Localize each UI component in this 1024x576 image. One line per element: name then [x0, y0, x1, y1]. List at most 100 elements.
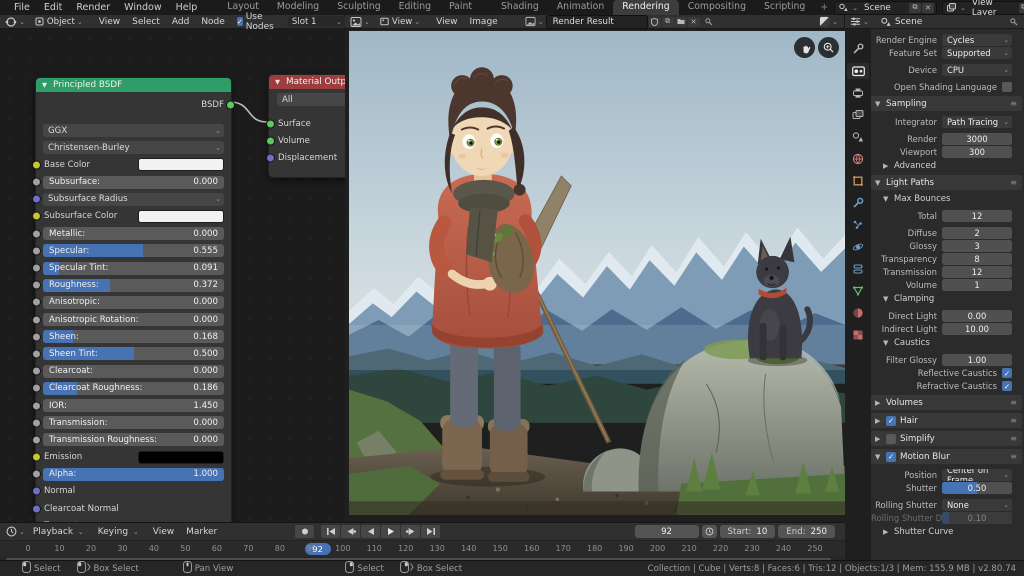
slider-clearcoat-roughness[interactable]: Clearcoat Roughness:0.186: [43, 382, 224, 395]
input-socket-gray[interactable]: [32, 281, 41, 290]
slider-alpha[interactable]: Alpha:1.000: [43, 468, 224, 481]
input-socket-yellow[interactable]: [32, 453, 41, 462]
image-datablock[interactable]: Render Result: [546, 15, 648, 29]
zoom-view-button[interactable]: [818, 37, 839, 58]
bsdf-node-header[interactable]: ▼ Principled BSDF: [36, 78, 231, 92]
slider-sheen[interactable]: Sheen:0.168: [43, 330, 224, 343]
next-keyframe-button[interactable]: [401, 525, 420, 538]
image-editor-type-icon[interactable]: [350, 16, 362, 28]
input-socket-gray[interactable]: [32, 264, 41, 273]
timeline-menu-marker[interactable]: Marker: [180, 525, 223, 539]
input-socket-gray[interactable]: [32, 332, 41, 341]
checkbox[interactable]: [1002, 82, 1012, 92]
current-frame-field[interactable]: 92: [635, 525, 699, 538]
panel-motion-blur[interactable]: ▼✓Motion Blur≡: [871, 449, 1022, 464]
tab-scene[interactable]: [847, 129, 869, 145]
open-image-button[interactable]: [675, 17, 687, 27]
menu-render[interactable]: Render: [69, 0, 117, 15]
tab-material[interactable]: [847, 305, 869, 321]
tab-physics[interactable]: [847, 239, 869, 255]
tab-output[interactable]: [847, 85, 869, 101]
field-glossy[interactable]: 3: [942, 240, 1012, 252]
tab-render[interactable]: [847, 63, 869, 79]
field-shutter[interactable]: 0.50: [942, 482, 1012, 494]
tab-scripting[interactable]: Scripting: [755, 0, 814, 15]
input-socket-gray[interactable]: [32, 418, 41, 427]
slider-ior[interactable]: IOR:1.450: [43, 399, 224, 412]
panel-simplify[interactable]: ▶Simplify≡: [871, 431, 1022, 446]
panel-menu-icon[interactable]: ≡: [1010, 398, 1018, 407]
output-target-row[interactable]: All: [277, 93, 346, 106]
view-layer-selector[interactable]: ⌄ View Layer ⧉: [942, 1, 1024, 15]
field-device[interactable]: CPU⌄: [942, 64, 1012, 76]
use-preview-range-button[interactable]: [702, 525, 717, 538]
bsdf-output-socket[interactable]: [226, 100, 235, 109]
input-socket-gray[interactable]: [32, 315, 41, 324]
tab-constraints[interactable]: [847, 261, 869, 277]
tab-world[interactable]: [847, 151, 869, 167]
slider-specular-tint[interactable]: Specular Tint:0.091: [43, 262, 224, 275]
tab-modeling[interactable]: Modeling: [268, 0, 328, 15]
input-socket-gray[interactable]: [32, 384, 41, 393]
tab-sculpting[interactable]: Sculpting: [328, 0, 389, 15]
expand-arrow[interactable]: ▶: [875, 399, 882, 407]
checkbox[interactable]: [886, 434, 896, 444]
fake-user-button[interactable]: [649, 17, 661, 27]
input-socket-gray[interactable]: [32, 401, 41, 410]
principled-bsdf-node[interactable]: ▼ Principled BSDF BSDF GGX⌄Christensen-B…: [35, 77, 232, 522]
input-socket-gray[interactable]: [32, 470, 41, 479]
field-transparency[interactable]: 8: [942, 253, 1012, 265]
scene-copy-button[interactable]: ⧉: [909, 3, 921, 13]
input-socket-gray[interactable]: [32, 246, 41, 255]
tab-rendering[interactable]: Rendering: [613, 0, 678, 15]
panel-menu-icon[interactable]: ≡: [1010, 178, 1018, 187]
timeline-menu-playback[interactable]: Playback ⌄: [27, 525, 92, 539]
expand-arrow[interactable]: ▶: [883, 162, 890, 170]
field-diffuse[interactable]: 2: [942, 227, 1012, 239]
field-render[interactable]: 3000: [942, 133, 1012, 145]
shader-type-dropdown[interactable]: Object ⌄: [31, 16, 89, 27]
color-swatch-emission[interactable]: [138, 451, 224, 464]
image-datablock-icon[interactable]: [525, 16, 536, 27]
start-frame-field[interactable]: Start: 10: [720, 525, 776, 538]
new-image-button[interactable]: ⧉: [662, 17, 674, 27]
input-socket-purple[interactable]: [32, 487, 41, 496]
checkbox[interactable]: ✓: [1002, 381, 1012, 391]
material-output-node[interactable]: ▼ Material Output All SurfaceVolumeDispl…: [268, 74, 346, 178]
slider-anisotropic[interactable]: Anisotropic:0.000: [43, 296, 224, 309]
shader-menu-view[interactable]: View: [93, 15, 126, 29]
collapse-arrow[interactable]: ▼: [275, 78, 282, 86]
slider-clearcoat[interactable]: Clearcoat:0.000: [43, 365, 224, 378]
dropdown-christensen-burley[interactable]: Christensen-Burley⌄: [43, 141, 224, 154]
collapse-arrow[interactable]: ▼: [42, 81, 49, 89]
collapse-arrow[interactable]: ▼: [883, 195, 890, 203]
play-reverse-button[interactable]: [361, 525, 380, 538]
slot-dropdown[interactable]: Slot 1 ⌄: [288, 16, 348, 27]
panel-volumes[interactable]: ▶Volumes≡: [871, 395, 1022, 410]
tab-compositing[interactable]: Compositing: [679, 0, 755, 15]
image-menu-image[interactable]: Image: [464, 15, 504, 29]
prop-clamping[interactable]: ▼Clamping: [871, 292, 1024, 305]
jump-to-start-button[interactable]: [321, 525, 340, 538]
collapse-arrow[interactable]: ▼: [883, 339, 890, 347]
render-result-view[interactable]: [345, 29, 846, 522]
shader-menu-node[interactable]: Node: [195, 15, 231, 29]
tab-particles[interactable]: [847, 217, 869, 233]
collapse-arrow[interactable]: ▼: [875, 100, 882, 108]
menu-file[interactable]: File: [7, 0, 37, 15]
tab-shading[interactable]: Shading: [492, 0, 548, 15]
expand-arrow[interactable]: ▶: [875, 417, 882, 425]
color-swatch-base-color[interactable]: [138, 158, 224, 171]
panel-menu-icon[interactable]: ≡: [1010, 99, 1018, 108]
field-feature-set[interactable]: Supported⌄: [942, 47, 1012, 59]
field-rolling-shutter[interactable]: None⌄: [942, 499, 1012, 511]
input-socket-purple[interactable]: [266, 153, 275, 162]
collapse-arrow[interactable]: ▼: [875, 453, 882, 461]
menu-edit[interactable]: Edit: [37, 0, 69, 15]
image-menu-view[interactable]: View: [430, 15, 463, 29]
timeline-editor-type-icon[interactable]: [6, 526, 17, 537]
jump-to-end-button[interactable]: [421, 525, 440, 538]
prop-advanced[interactable]: ▶Advanced: [871, 159, 1024, 172]
shader-node-canvas[interactable]: ▼ Principled BSDF BSDF GGX⌄Christensen-B…: [0, 29, 346, 522]
prev-keyframe-button[interactable]: [341, 525, 360, 538]
